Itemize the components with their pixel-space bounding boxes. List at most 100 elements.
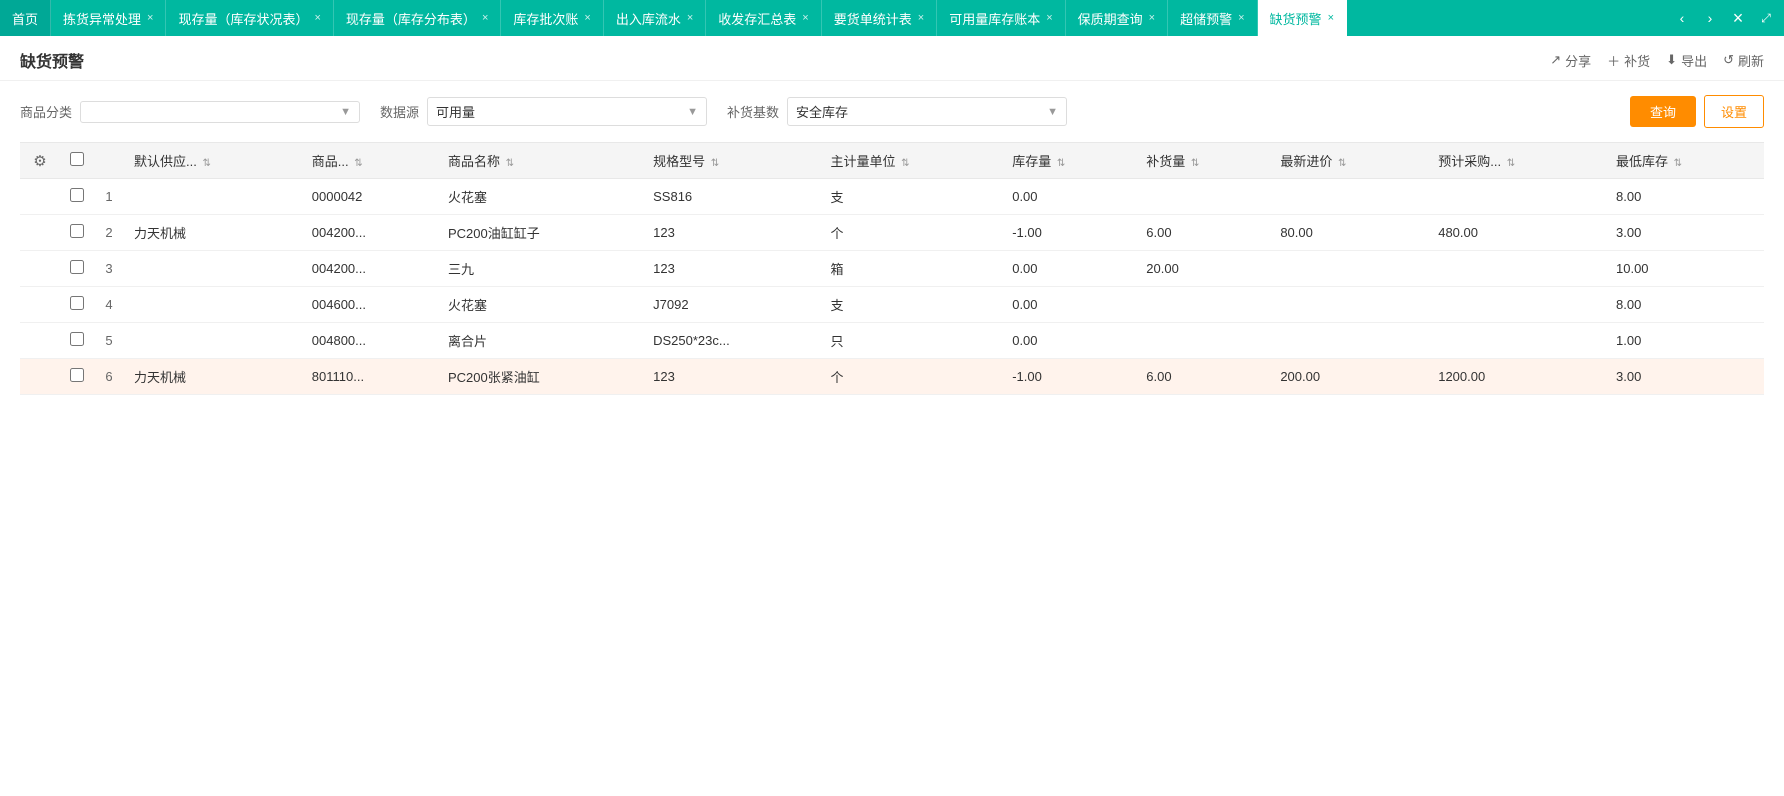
datasource-select[interactable]: 可用量 ▼ <box>427 97 707 126</box>
row-supplier <box>124 251 302 287</box>
nav-tab-inout[interactable]: 出入库流水 × <box>604 0 706 36</box>
row-spec: 123 <box>643 251 820 287</box>
share-button[interactable]: ↗ 分享 <box>1550 51 1591 70</box>
column-restock-header[interactable]: 补货量 ⇅ <box>1136 143 1270 179</box>
close-inout-tab[interactable]: × <box>687 12 693 24</box>
row-minstock: 3.00 <box>1606 215 1764 251</box>
datasource-dropdown-icon: ▼ <box>687 106 698 118</box>
tab-label-picking: 拣货异常处理 <box>63 9 141 28</box>
column-price-header[interactable]: 最新进价 ⇅ <box>1270 143 1428 179</box>
close-requisition-tab[interactable]: × <box>918 12 924 24</box>
nav-close-all-button[interactable]: × <box>1724 4 1752 32</box>
query-button[interactable]: 查询 <box>1630 96 1696 127</box>
datasource-filter: 数据源 可用量 ▼ <box>380 97 707 126</box>
column-product-code-header[interactable]: 商品... ⇅ <box>302 143 438 179</box>
refresh-icon: ↺ <box>1723 52 1734 68</box>
settings-button[interactable]: 设置 <box>1704 95 1764 128</box>
data-table: ⚙ 默认供应... ⇅ 商品... ⇅ 商品名称 <box>20 142 1764 395</box>
restock-base-select[interactable]: 安全库存 ▼ <box>787 97 1067 126</box>
nav-tab-stock-dist[interactable]: 现存量（库存分布表） × <box>334 0 501 36</box>
select-all-checkbox[interactable] <box>70 152 84 166</box>
tab-label-shortage: 缺货预警 <box>1270 9 1322 28</box>
row-checkbox-cell[interactable] <box>60 359 94 395</box>
row-checkbox[interactable] <box>70 224 84 238</box>
nav-tab-available[interactable]: 可用量库存账本 × <box>937 0 1065 36</box>
row-spec: SS816 <box>643 179 820 215</box>
nav-tab-shortage[interactable]: 缺货预警 × <box>1258 0 1347 36</box>
gear-icon[interactable]: ⚙ <box>33 153 46 170</box>
row-checkbox-cell[interactable] <box>60 323 94 359</box>
page-container: 缺货预警 ↗ 分享 ＋ 补货 ⬇ 导出 ↺ 刷新 商品分类 <box>0 36 1784 796</box>
nav-prev-button[interactable]: ‹ <box>1668 4 1696 32</box>
column-unit-header[interactable]: 主计量单位 ⇅ <box>820 143 1002 179</box>
row-restock <box>1136 287 1270 323</box>
row-settings-cell <box>20 251 60 287</box>
row-checkbox[interactable] <box>70 188 84 202</box>
row-restock: 6.00 <box>1136 359 1270 395</box>
column-stock-header[interactable]: 库存量 ⇅ <box>1002 143 1136 179</box>
category-select[interactable]: ▼ <box>80 101 360 123</box>
row-minstock: 1.00 <box>1606 323 1764 359</box>
row-checkbox-cell[interactable] <box>60 251 94 287</box>
column-product-name-header[interactable]: 商品名称 ⇅ <box>438 143 643 179</box>
close-batch-tab[interactable]: × <box>584 12 590 24</box>
tab-label-stock-dist: 现存量（库存分布表） <box>346 9 476 28</box>
row-stock: -1.00 <box>1002 215 1136 251</box>
close-available-tab[interactable]: × <box>1046 12 1052 24</box>
minstock-sort-icon: ⇅ <box>1674 158 1682 169</box>
table-body: 1 0000042 火花塞 SS816 支 0.00 8.00 2 力天机械 0… <box>20 179 1764 395</box>
row-checkbox[interactable] <box>70 332 84 346</box>
nav-tab-expiry[interactable]: 保质期查询 × <box>1066 0 1168 36</box>
row-unit: 支 <box>820 179 1002 215</box>
close-expiry-tab[interactable]: × <box>1149 12 1155 24</box>
restock-button[interactable]: ＋ 补货 <box>1607 51 1650 70</box>
table-row: 2 力天机械 004200... PC200油缸缸子 123 个 -1.00 6… <box>20 215 1764 251</box>
row-checkbox-cell[interactable] <box>60 179 94 215</box>
column-checkbox-header[interactable] <box>60 143 94 179</box>
table-header-row: ⚙ 默认供应... ⇅ 商品... ⇅ 商品名称 <box>20 143 1764 179</box>
nav-next-button[interactable]: › <box>1696 4 1724 32</box>
close-shortage-tab[interactable]: × <box>1328 12 1334 24</box>
column-minstock-header[interactable]: 最低库存 ⇅ <box>1606 143 1764 179</box>
export-button[interactable]: ⬇ 导出 <box>1666 51 1707 70</box>
nav-tab-overstock[interactable]: 超储预警 × <box>1168 0 1257 36</box>
column-spec-header[interactable]: 规格型号 ⇅ <box>643 143 820 179</box>
nav-tab-home[interactable]: 首页 <box>0 0 51 36</box>
row-number: 6 <box>94 359 124 395</box>
filter-bar: 商品分类 ▼ 数据源 可用量 ▼ 补货基数 安全库存 ▼ 查询 设置 <box>0 81 1784 142</box>
nav-tab-batch[interactable]: 库存批次账 × <box>501 0 603 36</box>
nav-maximize-button[interactable]: ⤢ <box>1752 4 1780 32</box>
row-checkbox[interactable] <box>70 260 84 274</box>
row-settings-cell <box>20 359 60 395</box>
category-filter: 商品分类 ▼ <box>20 101 360 123</box>
nav-tab-summary[interactable]: 收发存汇总表 × <box>706 0 821 36</box>
row-settings-cell <box>20 287 60 323</box>
close-picking-tab[interactable]: × <box>147 12 153 24</box>
row-checkbox-cell[interactable] <box>60 215 94 251</box>
column-supplier-header[interactable]: 默认供应... ⇅ <box>124 143 302 179</box>
close-stock-dist-tab[interactable]: × <box>482 12 488 24</box>
close-stock-status-tab[interactable]: × <box>314 12 320 24</box>
restock-sort-icon: ⇅ <box>1191 158 1199 169</box>
column-settings-header[interactable]: ⚙ <box>20 143 60 179</box>
row-unit: 支 <box>820 287 1002 323</box>
header-actions: ↗ 分享 ＋ 补货 ⬇ 导出 ↺ 刷新 <box>1550 51 1764 70</box>
row-checkbox[interactable] <box>70 296 84 310</box>
row-purchase <box>1428 251 1606 287</box>
row-checkbox-cell[interactable] <box>60 287 94 323</box>
datasource-value: 可用量 <box>436 102 475 121</box>
close-overstock-tab[interactable]: × <box>1238 12 1244 24</box>
nav-tab-stock-status[interactable]: 现存量（库存状况表） × <box>166 0 333 36</box>
nav-tab-picking[interactable]: 拣货异常处理 × <box>51 0 166 36</box>
row-number: 2 <box>94 215 124 251</box>
column-purchase-header[interactable]: 预计采购... ⇅ <box>1428 143 1606 179</box>
row-product-code: 004800... <box>302 323 438 359</box>
refresh-button[interactable]: ↺ 刷新 <box>1723 51 1764 70</box>
row-settings-cell <box>20 323 60 359</box>
export-label: 导出 <box>1681 51 1707 70</box>
nav-tab-requisition[interactable]: 要货单统计表 × <box>822 0 937 36</box>
tab-label-summary: 收发存汇总表 <box>718 9 796 28</box>
close-summary-tab[interactable]: × <box>802 12 808 24</box>
restock-base-value: 安全库存 <box>796 102 848 121</box>
row-checkbox[interactable] <box>70 368 84 382</box>
